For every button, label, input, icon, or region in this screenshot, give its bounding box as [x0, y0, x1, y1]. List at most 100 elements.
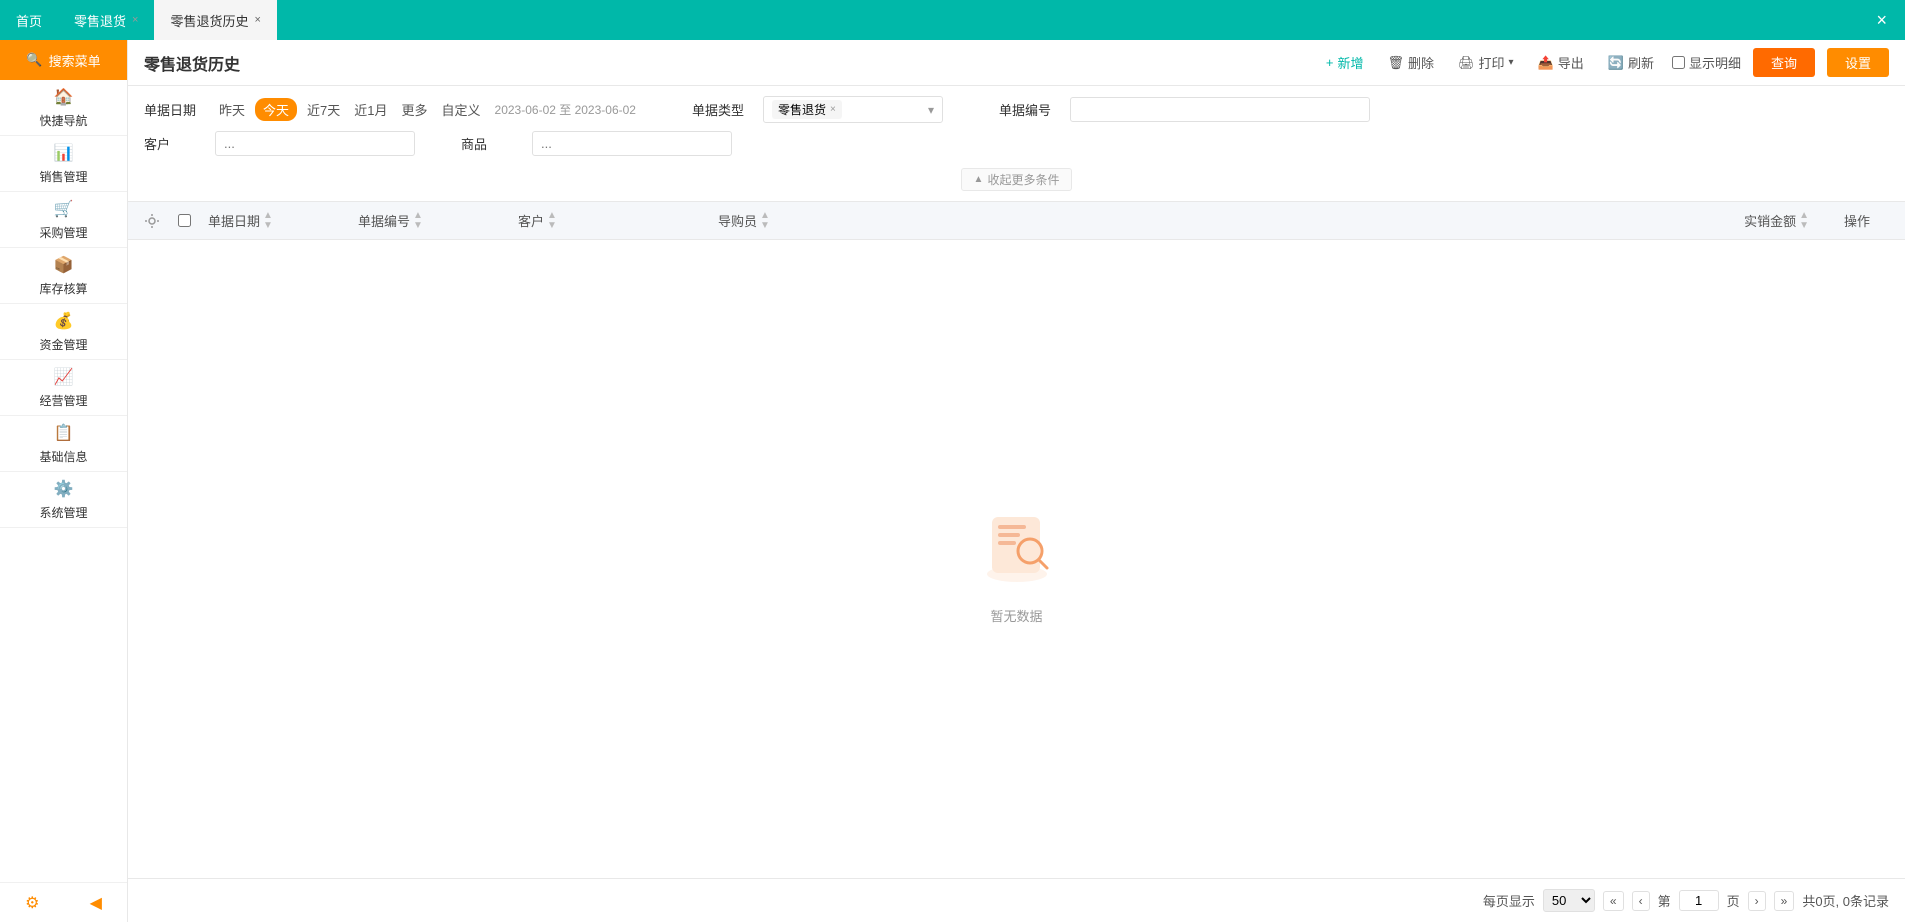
th-number[interactable]: 单据编号 ▲▼ [350, 211, 510, 231]
tab-retail-return[interactable]: 零售退货 × [58, 0, 154, 40]
print-button[interactable]: 🖨 打印 ▾ [1452, 49, 1520, 76]
type-select[interactable]: 零售退货 × ▾ [763, 96, 943, 123]
sidebar-item-quick-nav[interactable]: 🏠 快捷导航 [0, 80, 127, 136]
sidebar-settings-icon[interactable]: ⚙ [25, 893, 39, 913]
sidebar-item-system-mgmt[interactable]: ⚙️ 系统管理 [0, 472, 127, 528]
table-area: 单据日期 ▲▼ 单据编号 ▲▼ 客户 ▲▼ 导购员 ▲▼ 实销金额 ▲▼ [128, 202, 1905, 878]
type-select-chevron-icon: ▾ [928, 103, 934, 117]
date-opt-7days[interactable]: 近7天 [303, 98, 344, 121]
voucher-filter-label: 单据编号 [999, 100, 1054, 119]
sidebar-item-label: 采购管理 [39, 224, 87, 241]
th-guide-sort-icon: ▲▼ [760, 211, 770, 231]
sidebar-item-basic-info[interactable]: 📋 基础信息 [0, 416, 127, 472]
display-toggle-label: 显示明细 [1689, 53, 1741, 72]
page-size-label: 每页显示 [1483, 891, 1535, 910]
tab-retail-return-history[interactable]: 零售退货历史 × [154, 0, 276, 40]
voucher-input[interactable] [1070, 97, 1370, 122]
refresh-icon: 🔄 [1608, 55, 1624, 71]
page-label: 第 [1658, 891, 1671, 910]
th-amount-sort-icon: ▲▼ [1799, 211, 1809, 231]
customer-filter-label: 客户 [144, 134, 199, 153]
sidebar: 🔍 搜索菜单 🏠 快捷导航 📊 销售管理 🛒 采购管理 📦 库存核算 💰 [0, 40, 128, 922]
sidebar-search[interactable]: 🔍 搜索菜单 [0, 40, 127, 80]
page-title: 零售退货历史 [144, 51, 240, 75]
window-close-icon[interactable]: × [1870, 10, 1893, 31]
date-opt-today[interactable]: 今天 [255, 98, 297, 121]
collapse-button[interactable]: ▲ 收起更多条件 [961, 168, 1073, 191]
page-input[interactable] [1679, 890, 1719, 911]
sidebar-items: 🏠 快捷导航 📊 销售管理 🛒 采购管理 📦 库存核算 💰 资金管理 📈 [0, 80, 127, 882]
page-last-button[interactable]: » [1774, 891, 1795, 911]
tab-retail-return-history-label: 零售退货历史 [170, 11, 248, 30]
page-next-button[interactable]: › [1748, 891, 1766, 911]
finance-icon: 💰 [53, 310, 75, 332]
th-number-label: 单据编号 [358, 211, 410, 230]
filter-row-2: 客户 商品 [144, 131, 1889, 156]
th-customer-label: 客户 [518, 211, 544, 230]
collapse-label: 收起更多条件 [987, 171, 1059, 188]
th-guide[interactable]: 导购员 ▲▼ [710, 211, 910, 231]
page-header: 零售退货历史 + 新增 🗑 删除 🖨 打印 ▾ 📤 导出 [128, 40, 1905, 86]
export-icon: 📤 [1538, 55, 1554, 71]
sidebar-toggle-icon[interactable]: ◀ [90, 893, 102, 913]
th-date-sort-icon: ▲▼ [263, 211, 273, 231]
query-button[interactable]: 查询 [1753, 48, 1815, 77]
filter-area: 单据日期 昨天 今天 近7天 近1月 更多 自定义 2023-06-02 至 2… [128, 86, 1905, 202]
refresh-label: 刷新 [1628, 53, 1654, 72]
sidebar-item-inventory[interactable]: 📦 库存核算 [0, 248, 127, 304]
sales-icon: 📊 [53, 142, 75, 164]
new-icon: + [1326, 55, 1334, 70]
print-icon: 🖨 [1458, 55, 1475, 71]
delete-icon: 🗑 [1387, 55, 1404, 71]
sidebar-item-operations[interactable]: 📈 经营管理 [0, 360, 127, 416]
display-toggle-checkbox[interactable] [1672, 56, 1685, 69]
customer-input[interactable] [215, 131, 415, 156]
sidebar-item-label: 基础信息 [39, 448, 87, 465]
th-customer[interactable]: 客户 ▲▼ [510, 211, 710, 231]
page-first-button[interactable]: « [1603, 891, 1624, 911]
tab-retail-return-history-close[interactable]: × [254, 14, 260, 26]
settings-button[interactable]: 设置 [1827, 48, 1889, 77]
export-button[interactable]: 📤 导出 [1532, 49, 1590, 76]
display-toggle[interactable]: 显示明细 [1672, 53, 1741, 72]
date-range-text: 2023-06-02 至 2023-06-02 [495, 101, 636, 118]
table-header: 单据日期 ▲▼ 单据编号 ▲▼ 客户 ▲▼ 导购员 ▲▼ 实销金额 ▲▼ [128, 202, 1905, 240]
new-label: 新增 [1337, 53, 1363, 72]
th-customer-sort-icon: ▲▼ [547, 211, 557, 231]
sidebar-item-label: 销售管理 [39, 168, 87, 185]
top-bar: 首页 零售退货 × 零售退货历史 × × [0, 0, 1905, 40]
page-prev-button[interactable]: ‹ [1632, 891, 1650, 911]
table-select-all-checkbox[interactable] [168, 214, 200, 227]
sidebar-item-purchase-mgmt[interactable]: 🛒 采购管理 [0, 192, 127, 248]
th-date-label: 单据日期 [208, 211, 260, 230]
date-filter-label: 单据日期 [144, 100, 199, 119]
type-tag-close[interactable]: × [830, 104, 836, 115]
date-opt-yesterday[interactable]: 昨天 [215, 98, 249, 121]
refresh-button[interactable]: 🔄 刷新 [1602, 49, 1660, 76]
export-label: 导出 [1558, 53, 1584, 72]
date-opt-1month[interactable]: 近1月 [350, 98, 391, 121]
page-size-select[interactable]: 20 50 100 [1543, 889, 1595, 912]
empty-state: 暂无数据 [128, 240, 1905, 878]
content-area: 零售退货历史 + 新增 🗑 删除 🖨 打印 ▾ 📤 导出 [128, 40, 1905, 922]
print-chevron-icon: ▾ [1509, 57, 1514, 68]
collapse-up-icon: ▲ [974, 174, 984, 185]
date-options: 昨天 今天 近7天 近1月 更多 自定义 2023-06-02 至 2023-0… [215, 98, 636, 121]
tab-retail-return-close[interactable]: × [132, 14, 138, 26]
sidebar-item-finance[interactable]: 💰 资金管理 [0, 304, 127, 360]
date-opt-more[interactable]: 更多 [398, 98, 432, 121]
sidebar-item-sales-mgmt[interactable]: 📊 销售管理 [0, 136, 127, 192]
table-settings-icon[interactable] [136, 213, 168, 229]
new-button[interactable]: + 新增 [1320, 49, 1370, 76]
page-unit: 页 [1727, 891, 1740, 910]
date-opt-custom[interactable]: 自定义 [438, 98, 485, 121]
sidebar-bottom: ⚙ ◀ [0, 882, 127, 922]
th-action: 操作 [1817, 211, 1897, 230]
goods-input[interactable] [532, 131, 732, 156]
tab-home-label: 首页 [16, 11, 42, 30]
delete-button[interactable]: 🗑 删除 [1381, 49, 1440, 76]
quick-nav-icon: 🏠 [53, 86, 75, 108]
tab-home[interactable]: 首页 [0, 0, 58, 40]
th-date[interactable]: 单据日期 ▲▼ [200, 211, 350, 231]
th-amount[interactable]: 实销金额 ▲▼ [910, 211, 1817, 231]
